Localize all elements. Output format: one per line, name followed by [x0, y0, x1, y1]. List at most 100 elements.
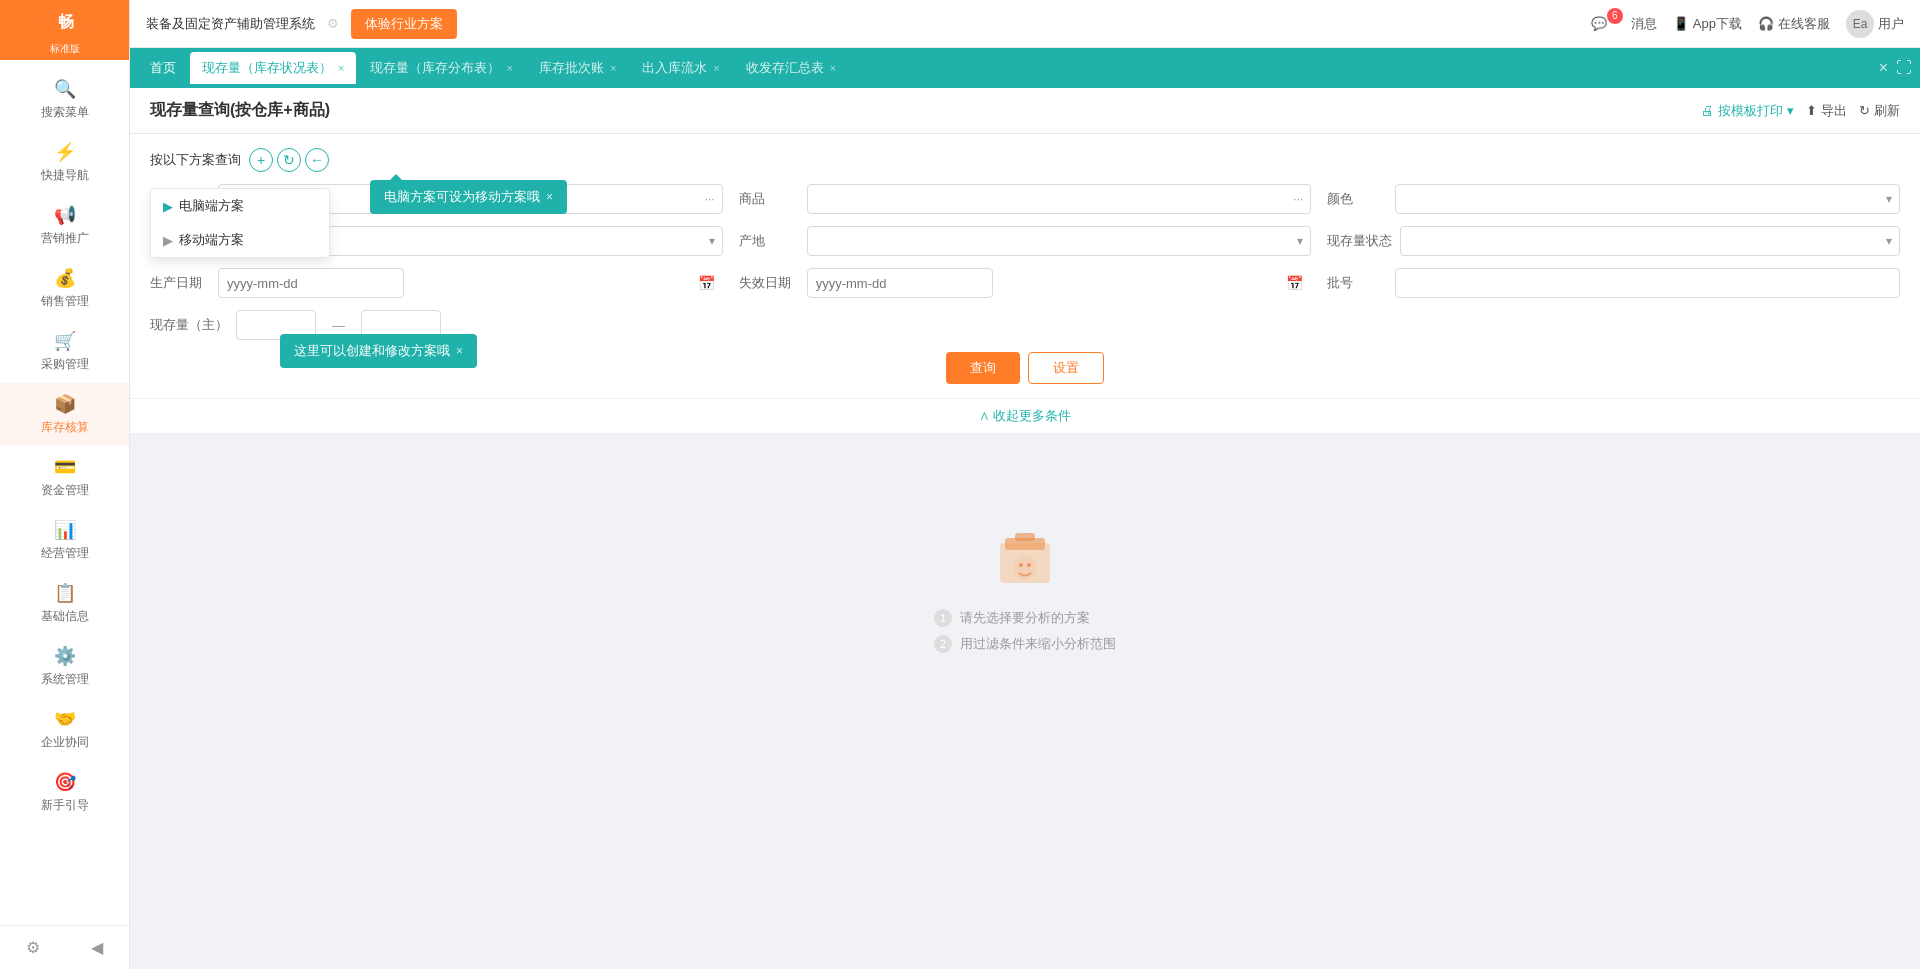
produce-date-label: 生产日期	[150, 274, 210, 292]
refresh-label: 刷新	[1874, 102, 1900, 120]
user-btn[interactable]: Ea 用户	[1846, 10, 1904, 38]
app-download-btn[interactable]: 📱 App下载	[1673, 15, 1742, 33]
sidebar-item-purchase[interactable]: 🛒 采购管理	[0, 320, 129, 383]
avatar: Ea	[1846, 10, 1874, 38]
close-tab-stock-dist[interactable]: ×	[506, 62, 512, 74]
scheme-item-desktop[interactable]: ▶ 电脑端方案	[151, 189, 329, 223]
filter-expire-date: 失效日期 📅	[739, 268, 1312, 298]
tab-bar-end: × ⛶	[1879, 59, 1912, 77]
sidebar-item-inventory[interactable]: 📦 库存核算	[0, 383, 129, 446]
svg-point-6	[1019, 563, 1023, 567]
sidebar-item-base-info[interactable]: 📋 基础信息	[0, 572, 129, 635]
svg-rect-4	[1015, 533, 1035, 541]
tip-text-1: 请先选择要分析的方案	[960, 609, 1090, 627]
collapse-icon: ∧	[979, 408, 990, 423]
filter-origin: 产地 ▾	[739, 226, 1312, 256]
fullscreen-btn[interactable]: ⛶	[1896, 59, 1912, 77]
goods-input[interactable]	[807, 184, 1312, 214]
settings-footer-btn[interactable]: ⚙	[26, 938, 40, 957]
color-select-wrapper: ▾	[1395, 184, 1900, 214]
close-tab-batch[interactable]: ×	[610, 62, 616, 74]
edit-tooltip: 这里可以创建和修改方案哦 ×	[280, 334, 477, 368]
sidebar-item-label: 快捷导航	[41, 167, 89, 184]
add-scheme-btn[interactable]: +	[249, 148, 273, 172]
collapse-bar[interactable]: ∧ 收起更多条件	[130, 398, 1920, 433]
top-bar-right: 💬 6 消息 📱 App下载 🎧 在线客服 Ea 用户	[1591, 10, 1904, 38]
sidebar-item-finance[interactable]: 💳 资金管理	[0, 446, 129, 509]
page-title: 现存量查询(按仓库+商品)	[150, 100, 330, 121]
sidebar-footer: ⚙ ◀	[0, 925, 129, 969]
refresh-scheme-btn[interactable]: ↻	[277, 148, 301, 172]
sidebar-item-label: 资金管理	[41, 482, 89, 499]
sidebar-item-guide[interactable]: 🎯 新手引导	[0, 761, 129, 824]
sidebar-item-sales[interactable]: 💰 销售管理	[0, 257, 129, 320]
system-icon: ⚙️	[54, 645, 76, 667]
produce-date-input[interactable]	[218, 268, 404, 298]
finance-icon: 💳	[54, 456, 76, 478]
color-label: 颜色	[1327, 190, 1387, 208]
tab-stock-dist[interactable]: 现存量（库存分布表） ×	[358, 52, 524, 84]
export-btn[interactable]: ⬆ 导出	[1806, 102, 1847, 120]
quick-nav-icon: ⚡	[54, 141, 76, 163]
sidebar-item-quick-nav[interactable]: ⚡ 快捷导航	[0, 131, 129, 194]
batch-input[interactable]	[1395, 268, 1900, 298]
query-button[interactable]: 查询	[946, 352, 1020, 384]
svg-point-7	[1027, 563, 1031, 567]
close-tab-recv[interactable]: ×	[830, 62, 836, 74]
message-icon: 💬	[1591, 16, 1607, 31]
scheme-item-mobile[interactable]: ▶ 移动端方案	[151, 223, 329, 257]
sidebar-item-cooperation[interactable]: 🤝 企业协同	[0, 698, 129, 761]
search-nav-icon: 🔍	[54, 78, 76, 100]
stock-status-label: 现存量状态	[1327, 232, 1392, 250]
filter-goods: 商品 ···	[739, 184, 1312, 214]
tab-home[interactable]: 首页	[138, 52, 188, 84]
sidebar-item-search[interactable]: 🔍 搜索菜单	[0, 68, 129, 131]
template-print-btn[interactable]: 🖨 按模板打印 ▾	[1701, 102, 1794, 120]
sidebar: 畅 标准版 🔍 搜索菜单 ⚡ 快捷导航 📢 营销推广 💰 销售管理 🛒 采购管理…	[0, 0, 130, 969]
settings-icon[interactable]: ⚙	[327, 16, 339, 31]
back-scheme-btn[interactable]: ←	[305, 148, 329, 172]
filter-row-3: 生产日期 📅 失效日期 📅 批号	[150, 268, 1900, 298]
export-icon: ⬆	[1806, 103, 1817, 118]
close-all-tabs-btn[interactable]: ×	[1879, 59, 1888, 77]
app-download-label: App下载	[1693, 15, 1742, 33]
origin-input[interactable]	[807, 226, 1312, 256]
origin-label: 产地	[739, 232, 799, 250]
purchase-icon: 🛒	[54, 330, 76, 352]
filter-label: 按以下方案查询	[150, 151, 241, 169]
online-support-btn[interactable]: 🎧 在线客服	[1758, 15, 1830, 33]
sidebar-item-marketing[interactable]: 📢 营销推广	[0, 194, 129, 257]
goods-select-wrapper: ···	[807, 184, 1312, 214]
tab-in-out-flow[interactable]: 出入库流水 ×	[630, 52, 731, 84]
expire-date-input[interactable]	[807, 268, 993, 298]
sidebar-item-label: 经营管理	[41, 545, 89, 562]
stock-status-input[interactable]	[1400, 226, 1900, 256]
tip-num-1: 1	[934, 609, 952, 627]
tab-stock-status[interactable]: 现存量（库存状况表） ×	[190, 52, 356, 84]
close-tab-flow[interactable]: ×	[713, 62, 719, 74]
messages-btn[interactable]: 💬 6 消息	[1591, 15, 1657, 33]
reset-button[interactable]: 设置	[1028, 352, 1104, 384]
tab-recv-summary[interactable]: 收发存汇总表 ×	[734, 52, 848, 84]
collapse-sidebar-btn[interactable]: ◀	[91, 938, 103, 957]
tab-batch-account[interactable]: 库存批次账 ×	[527, 52, 628, 84]
stock-main-label: 现存量（主）	[150, 316, 228, 334]
close-scheme-tooltip-btn[interactable]: ×	[546, 190, 553, 204]
filter-row-2: 尺码 ▾ 产地 ▾ 现存量状态	[150, 226, 1900, 256]
filter-header-container: 按以下方案查询 + ↻ ← 电脑方案可设为移动方案哦 × 这里可以创建和修改方案…	[150, 148, 1900, 172]
main-content: 装备及固定资产辅助管理系统 ⚙ 体验行业方案 💬 6 消息 📱 App下载 🎧 …	[130, 0, 1920, 969]
tip-text-2: 用过滤条件来缩小分析范围	[960, 635, 1116, 653]
color-input[interactable]	[1395, 184, 1900, 214]
sidebar-item-management[interactable]: 📊 经营管理	[0, 509, 129, 572]
phone-icon: 📱	[1673, 16, 1689, 31]
close-tab-stock-status[interactable]: ×	[338, 62, 344, 74]
refresh-btn[interactable]: ↻ 刷新	[1859, 102, 1900, 120]
sidebar-item-label: 企业协同	[41, 734, 89, 751]
sidebar-item-system[interactable]: ⚙️ 系统管理	[0, 635, 129, 698]
industry-button[interactable]: 体验行业方案	[351, 9, 457, 39]
produce-date-calendar-icon: 📅	[698, 275, 715, 291]
filter-area: 按以下方案查询 + ↻ ← 电脑方案可设为移动方案哦 × 这里可以创建和修改方案…	[130, 134, 1920, 398]
close-edit-tooltip-btn[interactable]: ×	[456, 344, 463, 358]
marketing-icon: 📢	[54, 204, 76, 226]
print-icon: 🖨	[1701, 103, 1714, 118]
